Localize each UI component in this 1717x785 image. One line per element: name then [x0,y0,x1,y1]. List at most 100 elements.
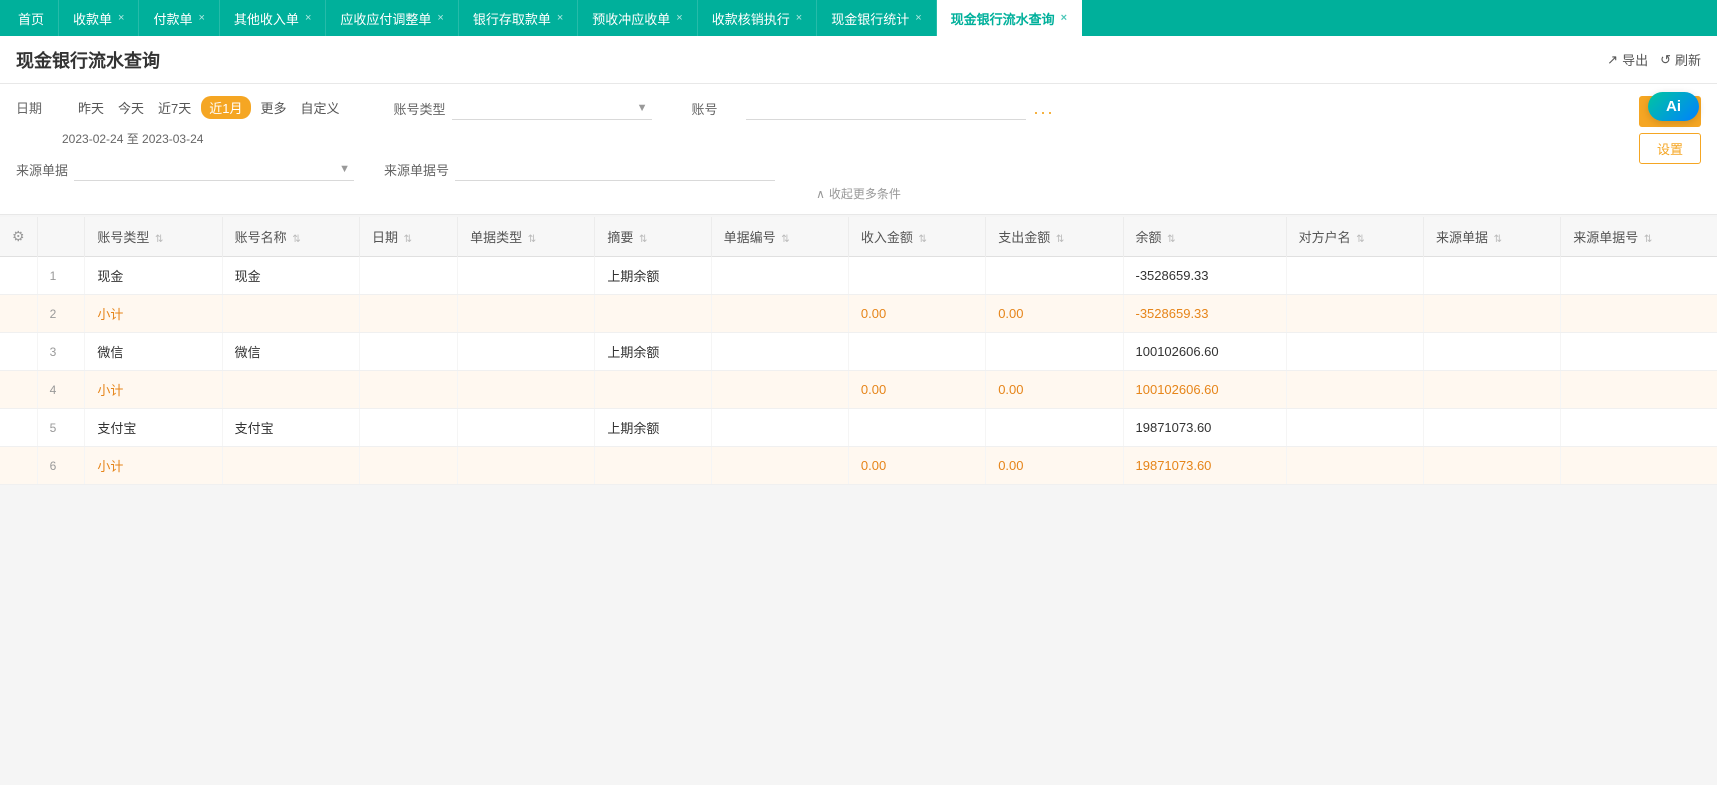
close-icon-yinhangcunqu[interactable]: × [557,12,563,24]
source-doc-select[interactable] [74,157,354,181]
close-icon-xianjinliushui[interactable]: × [1061,12,1067,24]
row-num: 4 [37,371,85,409]
row-expense [986,409,1123,447]
row-counterparty [1286,447,1423,485]
page-header: 现金银行流水查询 ↗ 导出 ↺ 刷新 [0,36,1717,84]
sort-icon-expense[interactable]: ⇅ [1056,234,1064,245]
table-row: 1 现金 现金 上期余额 -3528659.33 [0,257,1717,295]
row-gear [0,447,37,485]
close-icon-yushou[interactable]: × [676,12,682,24]
th-date: 日期 ⇅ [359,217,457,257]
date-opt-custom[interactable]: 自定义 [297,96,344,119]
row-source-doc [1423,295,1560,333]
collapse-up-icon: ∧ [816,187,825,201]
refresh-button[interactable]: ↺ 刷新 [1660,50,1701,69]
nav-fukuandan[interactable]: 付款单 × [139,0,219,36]
sort-icon-income[interactable]: ⇅ [919,234,927,245]
sort-icon-doc-type[interactable]: ⇅ [528,234,536,245]
page-title: 现金银行流水查询 [16,47,160,73]
close-icon-yingshoudiao[interactable]: × [437,12,443,24]
sort-icon-counterparty[interactable]: ⇅ [1356,234,1364,245]
top-nav: 首页 收款单 × 付款单 × 其他收入单 × 应收应付调整单 × 银行存取款单 … [0,0,1717,36]
sort-icon-account-name[interactable]: ⇅ [292,234,300,245]
nav-yinhangcunqu[interactable]: 银行存取款单 × [459,0,578,36]
date-opt-more[interactable]: 更多 [257,96,291,119]
sort-icon-balance[interactable]: ⇅ [1167,234,1175,245]
sort-icon-date[interactable]: ⇅ [404,234,412,245]
date-opt-today[interactable]: 今天 [114,96,148,119]
dots-button[interactable]: ... [1034,98,1055,119]
row-doc-type [458,333,595,371]
row-counterparty [1286,409,1423,447]
th-account-name: 账号名称 ⇅ [222,217,359,257]
row-account-name: 现金 [222,257,359,295]
close-icon-fukuandan[interactable]: × [198,12,204,24]
th-source-doc: 来源单据 ⇅ [1423,217,1560,257]
sort-icon-source-doc[interactable]: ⇅ [1494,234,1502,245]
row-source-doc [1423,371,1560,409]
row-doc-number [711,257,848,295]
row-counterparty [1286,371,1423,409]
nav-xianjintongji[interactable]: 现金银行统计 × [817,0,936,36]
sort-icon-summary[interactable]: ⇅ [639,234,647,245]
nav-yushou[interactable]: 预收冲应收单 × [578,0,697,36]
table-row: 5 支付宝 支付宝 上期余额 19871073.60 [0,409,1717,447]
row-account-name [222,295,359,333]
row-income [848,257,985,295]
th-expense: 支出金额 ⇅ [986,217,1123,257]
row-num: 6 [37,447,85,485]
th-summary: 摘要 ⇅ [595,217,711,257]
row-account-type: 现金 [85,257,222,295]
source-doc-select-wrapper: ▼ [74,157,354,181]
refresh-icon: ↺ [1660,52,1671,68]
row-gear [0,295,37,333]
settings-button[interactable]: 设置 [1639,133,1701,164]
th-balance: 余额 ⇅ [1123,217,1286,257]
row-gear [0,257,37,295]
sort-icon-source-doc-num[interactable]: ⇅ [1644,234,1652,245]
row-source-doc [1423,257,1560,295]
nav-yingshoudiao[interactable]: 应收应付调整单 × [326,0,458,36]
table-body: 1 现金 现金 上期余额 -3528659.33 2 小计 0.00 0.00 … [0,257,1717,485]
table-row: 6 小计 0.00 0.00 19871073.60 [0,447,1717,485]
account-input[interactable] [746,96,1026,120]
nav-xianjinliushui[interactable]: 现金银行流水查询 × [937,0,1082,36]
close-icon-shoukuandan[interactable]: × [118,12,124,24]
sort-icon-doc-number[interactable]: ⇅ [781,234,789,245]
nav-shoukuandan[interactable]: 收款单 × [59,0,139,36]
row-source-doc [1423,409,1560,447]
source-doc-num-input[interactable] [455,157,775,181]
row-doc-type [458,371,595,409]
row-date [359,371,457,409]
row-source-doc [1423,447,1560,485]
row-doc-type [458,447,595,485]
row-source-doc [1423,333,1560,371]
row-gear [0,333,37,371]
account-type-select[interactable]: 现金 微信 支付宝 [452,96,652,120]
date-opt-yesterday[interactable]: 昨天 [74,96,108,119]
row-num: 5 [37,409,85,447]
row-summary [595,447,711,485]
row-summary: 上期余额 [595,409,711,447]
nav-qitashouru[interactable]: 其他收入单 × [220,0,326,36]
date-opt-1month[interactable]: 近1月 [201,96,250,119]
table-row: 2 小计 0.00 0.00 -3528659.33 [0,295,1717,333]
ai-button[interactable]: Ai [1648,92,1699,121]
date-range-display: 2023-02-24 至 2023-03-24 [62,132,203,146]
collapse-bar[interactable]: ∧ 收起更多条件 [16,181,1701,202]
close-icon-xianjintongji[interactable]: × [915,12,921,24]
close-icon-shoukuanhe[interactable]: × [796,12,802,24]
row-date [359,447,457,485]
sort-icon-account-type[interactable]: ⇅ [155,234,163,245]
close-icon-qitashouru[interactable]: × [305,12,311,24]
export-button[interactable]: ↗ 导出 [1607,50,1648,69]
row-account-type: 小计 [85,295,222,333]
nav-shoukuanhe[interactable]: 收款核销执行 × [698,0,817,36]
row-income: 0.00 [848,371,985,409]
date-opt-7days[interactable]: 近7天 [154,96,195,119]
row-expense [986,257,1123,295]
nav-home[interactable]: 首页 [4,0,59,36]
row-doc-number [711,295,848,333]
date-label: 日期 [16,98,66,117]
settings-icon[interactable]: ⚙ [12,228,25,244]
